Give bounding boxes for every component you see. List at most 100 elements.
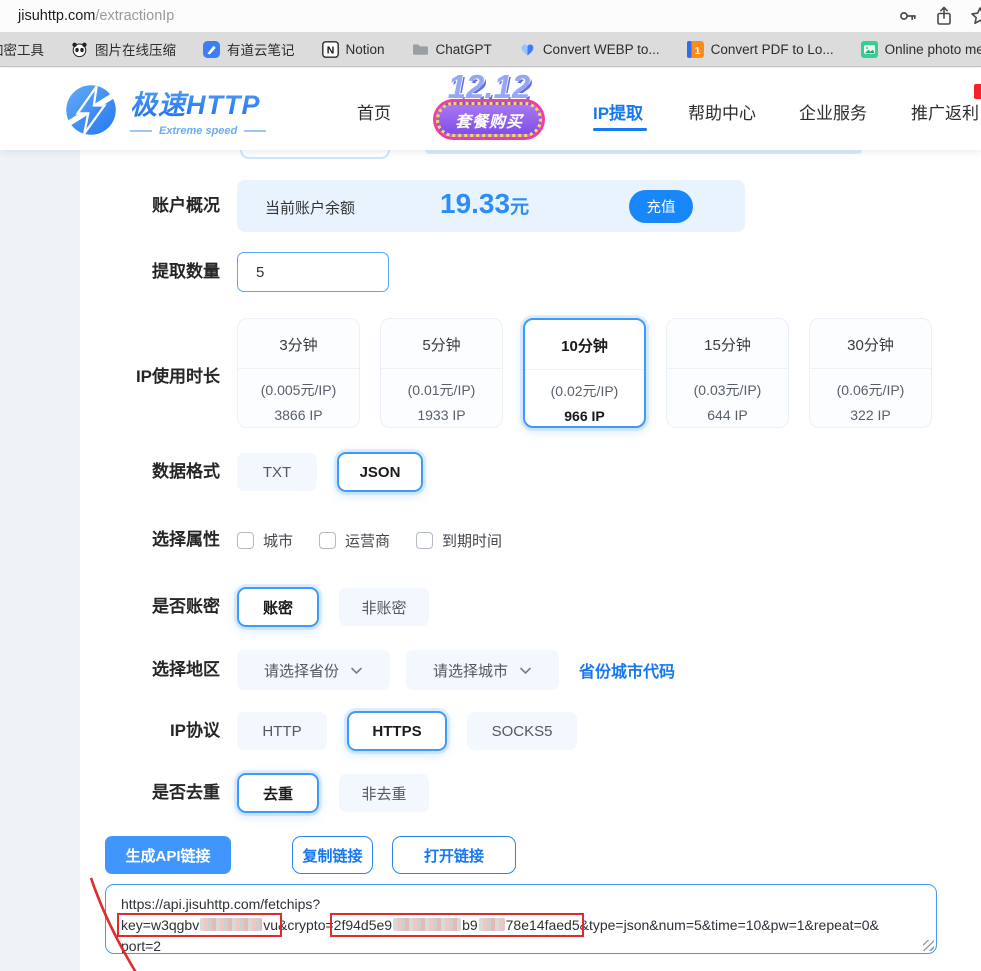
attributes-row: 选择属性 城市 运营商 到期时间 [80, 528, 981, 552]
format-option-txt[interactable]: TXT [237, 453, 317, 491]
site-logo[interactable]: 极速HTTP Extreme speed [64, 83, 267, 137]
checkbox-expire-time[interactable]: 到期时间 [416, 530, 502, 551]
api-url-line3: port=2 [121, 938, 162, 954]
checkbox-carrier[interactable]: 运营商 [319, 530, 390, 551]
duration-row: IP使用时长 3分钟 (0.005元/IP) 3866 IP 5分钟 (0.01… [80, 318, 981, 428]
photo-icon [860, 40, 878, 58]
api-url-line2: key=w3qgbv vu&crypto=2f94d5e9 b9 78e14faed5… [116, 913, 879, 937]
protocol-row: IP协议 HTTP HTTPS SOCKS5 [80, 711, 981, 751]
attributes-label: 选择属性 [152, 530, 220, 549]
checkbox-box[interactable] [237, 531, 254, 549]
auth-option-no-account[interactable]: 非账密 [339, 588, 429, 626]
folder-icon [412, 41, 429, 58]
open-link-button[interactable]: 打开链接 [392, 836, 516, 874]
duration-option-15min[interactable]: 15分钟 (0.03元/IP) 644 IP [666, 318, 789, 428]
logo-subtitle: Extreme speed [130, 125, 267, 137]
share-icon[interactable] [933, 5, 955, 27]
dedupe-option-yes-selected[interactable]: 去重 [237, 773, 319, 813]
cutoff-element [240, 150, 390, 159]
logo-title: 极速HTTP [130, 83, 266, 122]
lightning-logo-icon [64, 83, 118, 137]
province-city-code-link[interactable]: 省份城市代码 [579, 658, 675, 682]
address-text[interactable]: jisuhttp.com/extractionIp [18, 8, 174, 24]
nav-home[interactable]: 首页 [357, 99, 391, 124]
bookmark-item[interactable]: 有道云笔记 [203, 39, 295, 59]
checkbox-city[interactable]: 城市 [237, 530, 293, 551]
auth-option-account-selected[interactable]: 账密 [237, 587, 319, 627]
url-domain: jisuhttp.com [18, 8, 96, 24]
account-label: 账户概况 [152, 196, 220, 215]
bookmark-label: Convert WEBP to... [542, 41, 660, 57]
copy-link-button[interactable]: 复制链接 [292, 836, 373, 874]
bookmarks-bar: 加密工具 图片在线压缩 有道云笔记 N Notion ChatGPT [0, 32, 981, 67]
city-select[interactable]: 请选择城市 [406, 650, 559, 690]
bookmark-item[interactable]: 图片在线压缩 [71, 39, 176, 59]
browser-url-bar[interactable]: jisuhttp.com/extractionIp [0, 0, 981, 32]
protocol-label: IP协议 [169, 721, 220, 740]
quantity-input[interactable] [237, 252, 389, 292]
panda-icon [71, 41, 88, 58]
duration-label: IP使用时长 [135, 367, 220, 386]
nav-ip-extract[interactable]: IP提取 [593, 99, 643, 124]
nav-help-center[interactable]: 帮助中心 [688, 99, 756, 124]
province-select[interactable]: 请选择省份 [237, 650, 390, 690]
quantity-row: 提取数量 [80, 252, 981, 292]
censored-crypto-segment [478, 918, 505, 931]
censored-crypto-segment [393, 918, 462, 931]
protocol-option-socks5[interactable]: SOCKS5 [467, 712, 577, 750]
account-balance-panel: 当前账户余额 19.33元 充值 [237, 180, 745, 232]
content-area: 账户概况 当前账户余额 19.33元 充值 提取数量 IP使用时长 3分钟 [0, 150, 981, 971]
extraction-form-card: 账户概况 当前账户余额 19.33元 充值 提取数量 IP使用时长 3分钟 [80, 150, 981, 971]
format-row: 数据格式 TXT JSON [80, 452, 981, 492]
bookmark-item[interactable]: ChatGPT [412, 41, 492, 58]
duration-option-10min-selected[interactable]: 10分钟 (0.02元/IP) 966 IP [523, 318, 646, 428]
page: jisuhttp.com/extractionIp 加密工具 [0, 0, 981, 971]
api-url-textarea[interactable]: https://api.jisuhttp.com/fetchips? key=w… [105, 884, 937, 954]
cutoff-strip [425, 150, 862, 154]
actions-row: 生成API链接 复制链接 打开链接 [80, 836, 981, 874]
heart-icon [519, 41, 536, 58]
censored-key-segment [200, 918, 263, 931]
dedupe-label: 是否去重 [152, 783, 220, 802]
bookmark-item[interactable]: N Notion [321, 40, 385, 58]
nav-promotion-rebate[interactable]: 推广返利 [911, 99, 979, 124]
hot-badge [974, 84, 981, 99]
password-key-icon[interactable] [897, 5, 919, 27]
checkbox-box[interactable] [319, 531, 337, 549]
chevron-down-icon [519, 664, 532, 677]
bookmark-label: 加密工具 [0, 43, 44, 58]
bookmark-label: Notion [345, 41, 385, 57]
nav-enterprise[interactable]: 企业服务 [799, 99, 867, 124]
promo-buy-button[interactable]: 套餐购买 [436, 102, 542, 137]
format-option-json-selected[interactable]: JSON [337, 452, 423, 492]
generate-api-link-button[interactable]: 生成API链接 [105, 836, 231, 874]
bookmark-label: Online photo meta... [884, 41, 981, 57]
balance-amount: 19.33元 [440, 188, 530, 219]
duration-option-5min[interactable]: 5分钟 (0.01元/IP) 1933 IP [380, 318, 503, 428]
duration-option-30min[interactable]: 30分钟 (0.06元/IP) 322 IP [809, 318, 932, 428]
region-label: 选择地区 [152, 660, 220, 679]
bookmark-item[interactable]: 加密工具 [0, 39, 44, 59]
bookmark-label: 有道云笔记 [227, 43, 295, 58]
site-header: 极速HTTP Extreme speed 首页 12.12 套餐购买 IP提取 … [0, 68, 981, 150]
bookmark-item[interactable]: Convert WEBP to... [519, 41, 660, 58]
checkbox-box[interactable] [416, 531, 434, 549]
chevron-down-icon [350, 664, 363, 677]
duration-option-3min[interactable]: 3分钟 (0.005元/IP) 3866 IP [237, 318, 360, 428]
protocol-option-http[interactable]: HTTP [237, 712, 327, 750]
bookmark-item[interactable]: Online photo meta... [860, 40, 981, 58]
promo-date-text: 12.12 [447, 68, 531, 105]
quantity-label: 提取数量 [152, 262, 220, 281]
balance-caption: 当前账户余额 [265, 200, 356, 217]
protocol-option-https-selected[interactable]: HTTPS [347, 711, 447, 751]
promo-banner[interactable]: 12.12 套餐购买 [431, 70, 547, 146]
bookmark-item[interactable]: 1 Convert PDF to Lo... [686, 40, 834, 58]
region-row: 选择地区 请选择省份 请选择城市 省份城市代码 [80, 650, 981, 690]
textarea-resize-handle[interactable] [923, 940, 934, 951]
format-label: 数据格式 [152, 462, 220, 481]
recharge-button[interactable]: 充值 [629, 190, 693, 223]
dedupe-option-no[interactable]: 非去重 [339, 774, 429, 812]
nav-active-underline [593, 128, 647, 131]
bookmark-star-icon[interactable] [969, 5, 981, 27]
bookmark-label: Convert PDF to Lo... [710, 41, 834, 57]
